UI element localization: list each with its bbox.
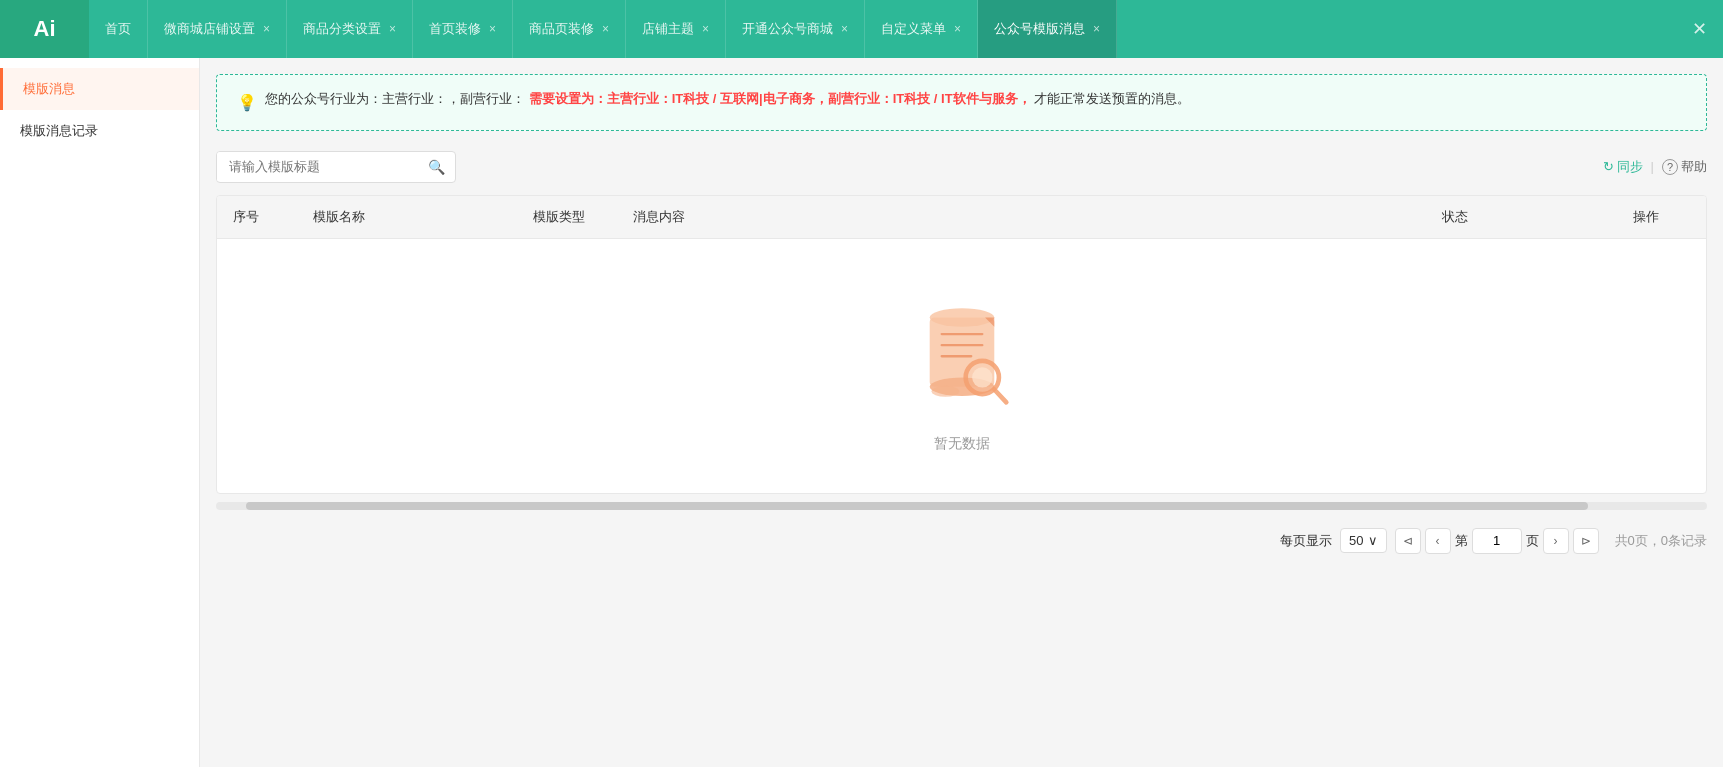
th-seq: 序号	[217, 196, 297, 238]
sync-label: 同步	[1617, 158, 1643, 176]
toolbar: 🔍 ↻ 同步 | ? 帮助	[216, 151, 1707, 183]
notice-box: 💡 您的公众号行业为：主营行业：，副营行业： 需要设置为：主营行业：IT科技 /…	[216, 74, 1707, 131]
svg-point-10	[931, 385, 959, 396]
last-page-button[interactable]: ⊳	[1573, 528, 1599, 554]
next-page-button[interactable]: ›	[1543, 528, 1569, 554]
close-tab-product[interactable]: ×	[602, 22, 609, 36]
search-input[interactable]	[217, 152, 418, 181]
notice-highlight: 需要设置为：主营行业：IT科技 / 互联网|电子商务，副营行业：IT科技 / I…	[529, 91, 1031, 106]
svg-point-7	[972, 367, 992, 387]
prev-page-button[interactable]: ‹	[1425, 528, 1451, 554]
search-button[interactable]: 🔍	[418, 152, 455, 182]
nav-tabs-container: 首页微商城店铺设置 ×商品分类设置 ×首页装修 ×商品页装修 ×店铺主题 ×开通…	[89, 0, 1676, 58]
sidebar-item-template-msg[interactable]: 模版消息	[0, 68, 199, 110]
th-action: 操作	[1586, 196, 1706, 238]
scrollbar-thumb	[246, 502, 1588, 510]
nav-tab-home[interactable]: 首页	[89, 0, 148, 58]
nav-tab-theme[interactable]: 店铺主题 ×	[626, 0, 726, 58]
nav-tab-homepage[interactable]: 首页装修 ×	[413, 0, 513, 58]
current-page-input[interactable]	[1472, 528, 1522, 554]
nav-tab-mall[interactable]: 开通公众号商城 ×	[726, 0, 865, 58]
close-all-button[interactable]: ✕	[1676, 0, 1723, 58]
sidebar-item-template-log[interactable]: 模版消息记录	[0, 110, 199, 152]
data-table: 序号 模版名称 模版类型 消息内容 状态 操作	[216, 195, 1707, 494]
content-area: 💡 您的公众号行业为：主营行业：，副营行业： 需要设置为：主营行业：IT科技 /…	[200, 58, 1723, 767]
sync-button[interactable]: ↻ 同步	[1603, 158, 1643, 176]
help-label: 帮助	[1681, 158, 1707, 176]
sync-icon: ↻	[1603, 159, 1614, 174]
sidebar: 模版消息模版消息记录	[0, 58, 200, 767]
page-size-label: 每页显示	[1280, 532, 1332, 550]
nav-tab-product[interactable]: 商品页装修 ×	[513, 0, 626, 58]
notice-text: 您的公众号行业为：主营行业：，副营行业： 需要设置为：主营行业：IT科技 / 互…	[265, 89, 1190, 110]
close-tab-weshop[interactable]: ×	[263, 22, 270, 36]
nav-tab-weshop[interactable]: 微商城店铺设置 ×	[148, 0, 287, 58]
page-label-after: 页	[1526, 532, 1539, 550]
empty-illustration	[902, 299, 1022, 419]
nav-tab-menu[interactable]: 自定义菜单 ×	[865, 0, 978, 58]
page-label-before: 第	[1455, 532, 1468, 550]
logo-text: Ai	[34, 16, 56, 42]
nav-tab-category[interactable]: 商品分类设置 ×	[287, 0, 413, 58]
close-tab-category[interactable]: ×	[389, 22, 396, 36]
close-tab-menu[interactable]: ×	[954, 22, 961, 36]
page-navigation: ⊲ ‹ 第 页 › ⊳	[1395, 528, 1599, 554]
empty-text: 暂无数据	[934, 435, 990, 453]
notice-suffix: 才能正常发送预置的消息。	[1034, 91, 1190, 106]
close-tab-theme[interactable]: ×	[702, 22, 709, 36]
toolbar-divider: |	[1651, 159, 1654, 174]
empty-state: 暂无数据	[217, 239, 1706, 493]
top-navigation: Ai 首页微商城店铺设置 ×商品分类设置 ×首页装修 ×商品页装修 ×店铺主题 …	[0, 0, 1723, 58]
th-type: 模版类型	[517, 196, 617, 238]
close-tab-mall[interactable]: ×	[841, 22, 848, 36]
main-layout: 模版消息模版消息记录 💡 您的公众号行业为：主营行业：，副营行业： 需要设置为：…	[0, 58, 1723, 767]
first-page-button[interactable]: ⊲	[1395, 528, 1421, 554]
close-tab-template[interactable]: ×	[1093, 22, 1100, 36]
svg-line-8	[994, 389, 1006, 402]
table-header: 序号 模版名称 模版类型 消息内容 状态 操作	[217, 196, 1706, 239]
notice-icon: 💡	[237, 90, 257, 116]
th-name: 模版名称	[297, 196, 517, 238]
help-icon: ?	[1662, 159, 1678, 175]
close-tab-homepage[interactable]: ×	[489, 22, 496, 36]
page-size-select[interactable]: 50 ∨	[1340, 528, 1386, 553]
notice-prefix: 您的公众号行业为：主营行业：，副营行业：	[265, 91, 525, 106]
app-logo: Ai	[0, 0, 89, 58]
pagination: 每页显示 50 ∨ ⊲ ‹ 第 页 › ⊳ 共0页，0条记录	[216, 518, 1707, 564]
page-size-value: 50	[1349, 533, 1363, 548]
help-button[interactable]: ? 帮助	[1662, 158, 1707, 176]
scrollbar-track[interactable]	[216, 502, 1707, 510]
nav-tab-template[interactable]: 公众号模版消息 ×	[978, 0, 1117, 58]
chevron-down-icon: ∨	[1368, 533, 1378, 548]
toolbar-right: ↻ 同步 | ? 帮助	[1603, 158, 1707, 176]
total-info: 共0页，0条记录	[1615, 532, 1707, 550]
th-status: 状态	[1426, 196, 1586, 238]
search-box: 🔍	[216, 151, 456, 183]
th-content: 消息内容	[617, 196, 1426, 238]
